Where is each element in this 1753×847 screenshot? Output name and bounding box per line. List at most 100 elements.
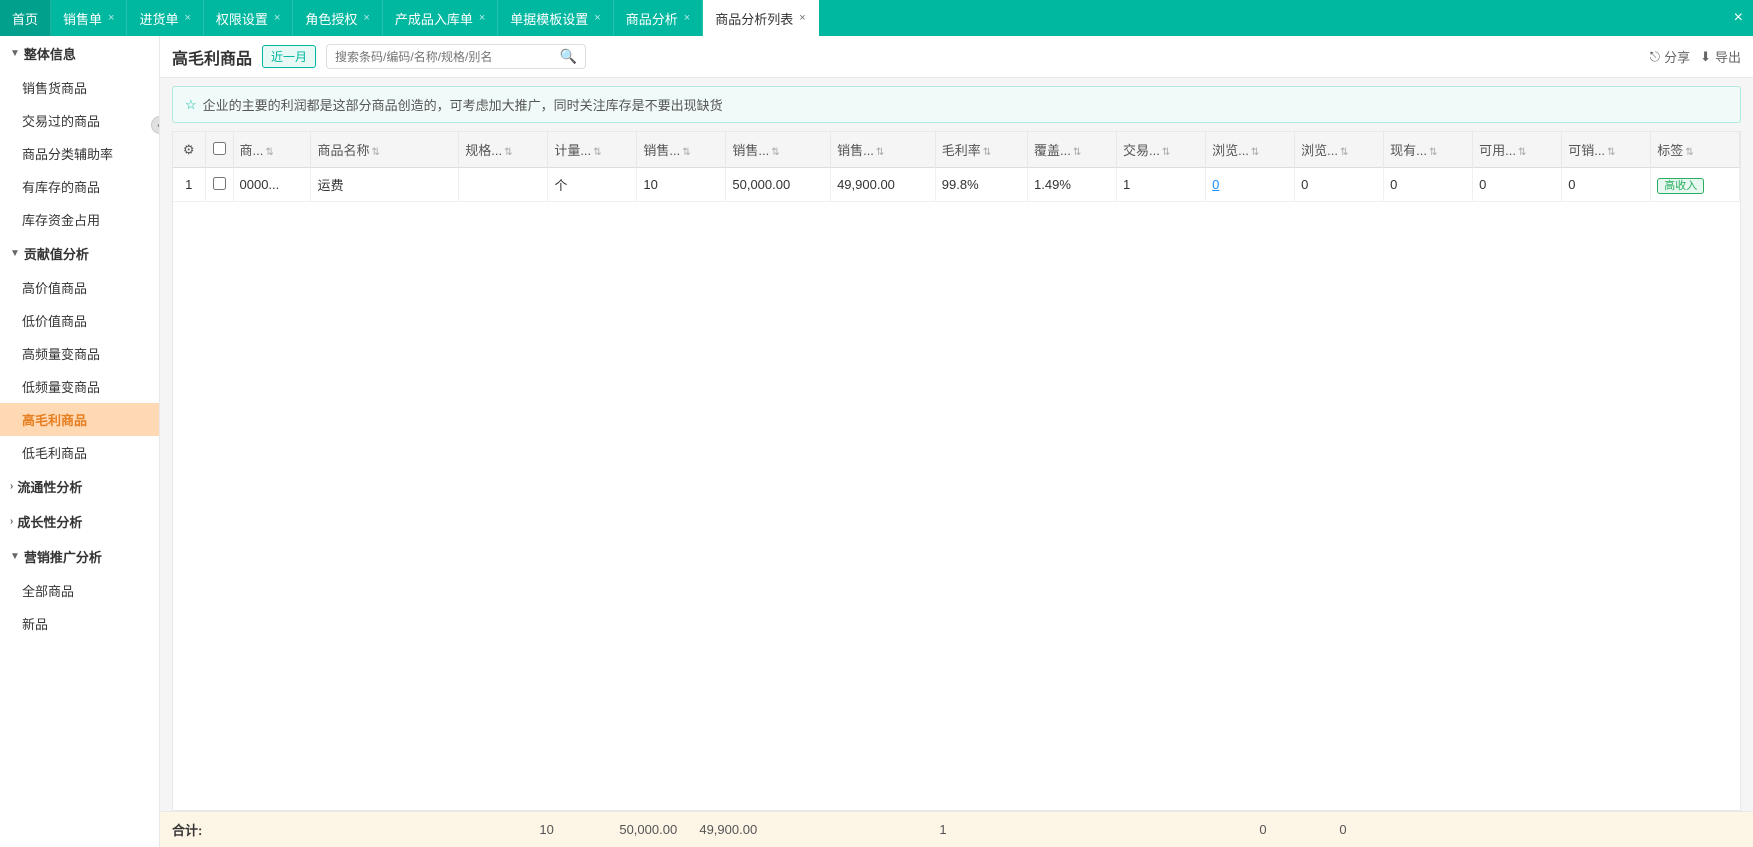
footer-empty3 bbox=[268, 822, 323, 837]
col-sales-cost-label: 销售... bbox=[837, 143, 874, 158]
col-trade[interactable]: 交易...⇅ bbox=[1117, 132, 1206, 168]
close-icon[interactable]: × bbox=[684, 12, 690, 24]
analysis-list-label: 商品分析列表 bbox=[715, 9, 793, 28]
row-browse1[interactable]: 0 bbox=[1206, 168, 1295, 202]
sidebar-item-low-value[interactable]: 低价值商品 bbox=[0, 304, 159, 337]
row-gross-margin: 99.8% bbox=[935, 168, 1027, 202]
col-browse1[interactable]: 浏览...⇅ bbox=[1206, 132, 1295, 168]
nav-tab-analysis[interactable]: 商品分析 × bbox=[614, 0, 703, 36]
col-sales-qty[interactable]: 销售...⇅ bbox=[637, 132, 726, 168]
row-available: 0 bbox=[1473, 168, 1562, 202]
sidebar-item-inventory-goods[interactable]: 有库存的商品 bbox=[0, 170, 159, 203]
section-flow-label: 流通性分析 bbox=[17, 477, 82, 496]
tip-icon: ☆ bbox=[185, 97, 197, 113]
sidebar-section-wealth[interactable]: ▼ 贡献值分析 bbox=[0, 236, 159, 271]
sort-icon: ⇅ bbox=[1340, 147, 1348, 158]
sidebar-collapse-button[interactable]: « bbox=[151, 116, 160, 134]
footer-coverage bbox=[853, 822, 933, 837]
search-input[interactable] bbox=[335, 50, 560, 64]
nav-tab-template[interactable]: 单据模板设置 × bbox=[498, 0, 613, 36]
col-code[interactable]: 商...⇅ bbox=[233, 132, 311, 168]
col-coverage-label: 覆盖... bbox=[1034, 143, 1071, 158]
footer-sales-amount: 50,000.00 bbox=[613, 822, 693, 837]
nav-tab-home[interactable]: 首页 bbox=[0, 0, 51, 36]
sidebar-section-marketing[interactable]: ▼ 营销推广分析 bbox=[0, 539, 159, 574]
arrow-icon: ▼ bbox=[10, 248, 20, 259]
sidebar-item-low-profit[interactable]: 低毛利商品 bbox=[0, 436, 159, 469]
nav-tab-analysis-list[interactable]: 商品分析列表 × bbox=[703, 0, 818, 36]
tip-text: 企业的主要的利润都是这部分商品创造的，可考虑加大推广，同时关注库存是不要出现缺货 bbox=[203, 95, 723, 114]
col-browse2[interactable]: 浏览...⇅ bbox=[1295, 132, 1384, 168]
nav-tab-permission[interactable]: 权限设置 × bbox=[204, 0, 293, 36]
select-all-checkbox[interactable] bbox=[213, 142, 226, 155]
col-available-label: 可用... bbox=[1479, 143, 1516, 158]
col-name[interactable]: 商品名称⇅ bbox=[311, 132, 459, 168]
col-gross-margin[interactable]: 毛利率⇅ bbox=[935, 132, 1027, 168]
close-icon[interactable]: × bbox=[274, 12, 280, 24]
search-icon[interactable]: 🔍 bbox=[560, 48, 577, 65]
col-sales-cost[interactable]: 销售...⇅ bbox=[831, 132, 936, 168]
sidebar-item-all-goods[interactable]: 全部商品 bbox=[0, 574, 159, 607]
close-icon[interactable]: × bbox=[363, 12, 369, 24]
sidebar-section-overall[interactable]: ▼ 整体信息 bbox=[0, 36, 159, 71]
time-filter-button[interactable]: 近一月 bbox=[262, 45, 316, 68]
sidebar-item-sales-goods[interactable]: 销售货商品 bbox=[0, 71, 159, 104]
col-settings[interactable]: ⚙ bbox=[173, 132, 205, 168]
row-browse2: 0 bbox=[1295, 168, 1384, 202]
col-spec-label: 规格... bbox=[465, 143, 502, 158]
item-label: 销售货商品 bbox=[22, 81, 87, 96]
col-coverage[interactable]: 覆盖...⇅ bbox=[1028, 132, 1117, 168]
nav-tab-purchase[interactable]: 进货单 × bbox=[127, 0, 203, 36]
sort-icon: ⇅ bbox=[771, 147, 779, 158]
export-label: 导出 bbox=[1715, 47, 1741, 66]
arrow-icon: › bbox=[10, 481, 13, 492]
close-icon[interactable]: × bbox=[799, 12, 805, 24]
export-icon: ⬇ bbox=[1700, 49, 1711, 65]
sidebar-item-traded-goods[interactable]: 交易过的商品 bbox=[0, 104, 159, 137]
sort-icon: ⇅ bbox=[1073, 147, 1081, 158]
sidebar-section-flow[interactable]: › 流通性分析 bbox=[0, 469, 159, 504]
search-box: 🔍 bbox=[326, 44, 586, 69]
col-sales-amount-label: 销售... bbox=[732, 143, 769, 158]
sidebar-item-high-value[interactable]: 高价值商品 bbox=[0, 271, 159, 304]
col-current[interactable]: 现有...⇅ bbox=[1384, 132, 1473, 168]
sidebar-item-low-freq[interactable]: 低频量变商品 bbox=[0, 370, 159, 403]
footer-current bbox=[1173, 822, 1253, 837]
col-unit[interactable]: 计量...⇅ bbox=[548, 132, 637, 168]
close-icon[interactable]: × bbox=[479, 12, 485, 24]
sidebar-item-inventory-fund[interactable]: 库存资金占用 bbox=[0, 203, 159, 236]
close-icon[interactable]: × bbox=[594, 12, 600, 24]
col-sales-amount[interactable]: 销售...⇅ bbox=[726, 132, 831, 168]
footer-total-label: 合计: bbox=[172, 820, 202, 839]
sort-icon: ⇅ bbox=[1251, 147, 1259, 158]
close-icon[interactable]: × bbox=[184, 12, 190, 24]
item-label: 有库存的商品 bbox=[22, 180, 100, 195]
window-close-button[interactable]: × bbox=[1724, 0, 1753, 36]
sidebar-section-growth[interactable]: › 成长性分析 bbox=[0, 504, 159, 539]
sidebar-item-high-freq[interactable]: 高频量变商品 bbox=[0, 337, 159, 370]
sidebar-item-new-goods[interactable]: 新品 bbox=[0, 607, 159, 640]
permission-label: 权限设置 bbox=[216, 9, 268, 28]
sidebar-item-assist-rate[interactable]: 商品分类辅助率 bbox=[0, 137, 159, 170]
col-sellable[interactable]: 可销...⇅ bbox=[1562, 132, 1651, 168]
close-icon[interactable]: × bbox=[108, 12, 114, 24]
col-checkbox[interactable] bbox=[205, 132, 233, 168]
sidebar-item-high-profit[interactable]: 高毛利商品 bbox=[0, 403, 159, 436]
row-checkbox[interactable] bbox=[213, 177, 226, 190]
nav-tab-role[interactable]: 角色授权 × bbox=[293, 0, 382, 36]
col-spec[interactable]: 规格...⇅ bbox=[459, 132, 548, 168]
share-button[interactable]: ⎋ 分享 bbox=[1650, 47, 1690, 66]
header-actions: ⎋ 分享 ⬇ 导出 bbox=[1650, 47, 1741, 66]
home-label: 首页 bbox=[12, 9, 38, 28]
top-nav: 首页 销售单 × 进货单 × 权限设置 × 角色授权 × 产成品入库单 × 单据… bbox=[0, 0, 1753, 36]
col-available[interactable]: 可用...⇅ bbox=[1473, 132, 1562, 168]
row-trade: 1 bbox=[1117, 168, 1206, 202]
sales-label: 销售单 bbox=[63, 9, 102, 28]
export-button[interactable]: ⬇ 导出 bbox=[1700, 47, 1741, 66]
main-layout: ▼ 整体信息 销售货商品 交易过的商品 商品分类辅助率 有库存的商品 库存资金占… bbox=[0, 36, 1753, 847]
row-checkbox-cell[interactable] bbox=[205, 168, 233, 202]
col-tag[interactable]: 标签⇅ bbox=[1651, 132, 1740, 168]
section-wealth-label: 贡献值分析 bbox=[24, 244, 89, 263]
nav-tab-finished[interactable]: 产成品入库单 × bbox=[383, 0, 498, 36]
nav-tab-sales[interactable]: 销售单 × bbox=[51, 0, 127, 36]
